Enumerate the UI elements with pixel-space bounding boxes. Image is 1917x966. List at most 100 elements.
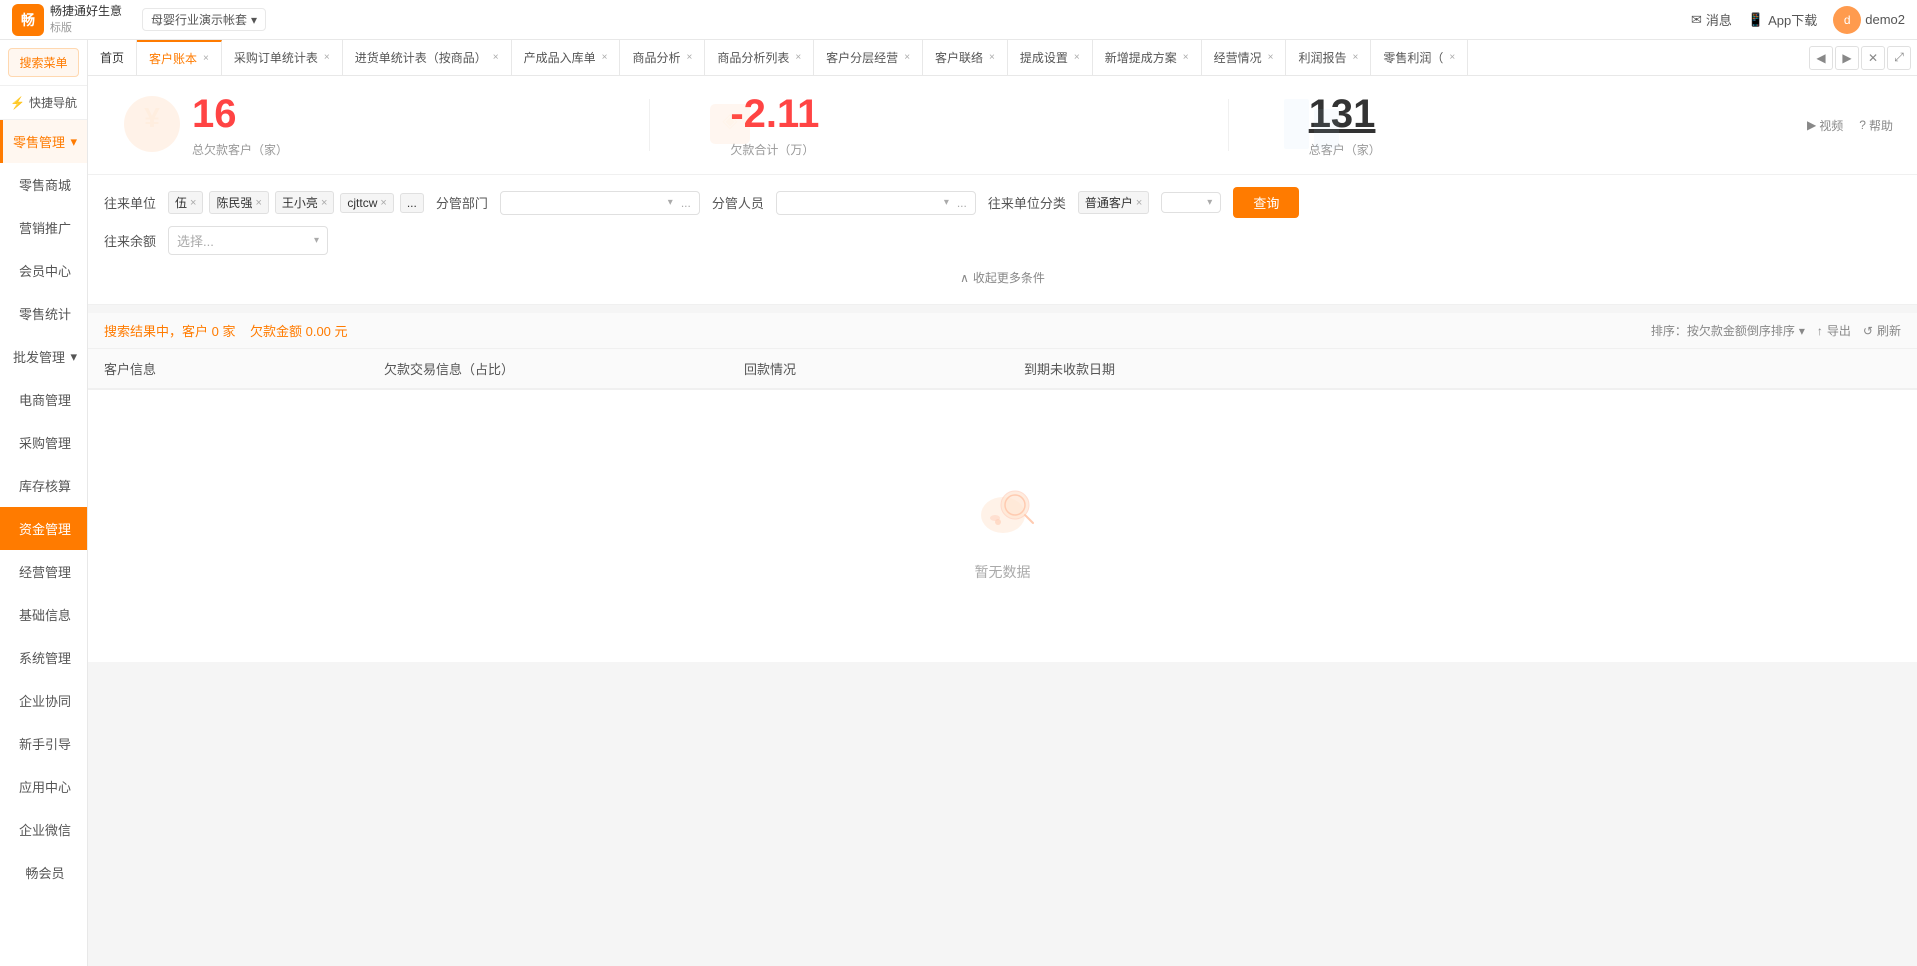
account-select[interactable]: 母婴行业演示帐套 ▾	[142, 8, 266, 31]
tab-purchase-stats[interactable]: 进货单统计表（按商品） ×	[343, 40, 512, 76]
tab-promotion-settings[interactable]: 提成设置 ×	[1008, 40, 1093, 76]
sidebar-item-inventory[interactable]: 库存核算	[0, 464, 87, 507]
collapse-button[interactable]: ∧ 收起更多条件	[104, 263, 1901, 292]
tab-production-stock-close[interactable]: ×	[602, 52, 608, 63]
tab-next-button[interactable]: ▶	[1835, 46, 1859, 70]
message-button[interactable]: ✉ 消息	[1691, 10, 1732, 29]
sidebar-item-app-center[interactable]: 应用中心	[0, 765, 87, 808]
tab-maximize-button[interactable]: ⤢	[1887, 46, 1911, 70]
dept-filter-label: 分管部门	[436, 193, 488, 212]
sidebar-search-button[interactable]: 搜索菜单	[8, 48, 79, 77]
tab-retail-profit-close[interactable]: ×	[1449, 52, 1455, 63]
tab-customer-book-label: 客户账本	[149, 50, 197, 67]
sidebar-item-operations[interactable]: 经营管理	[0, 550, 87, 593]
person-filter-select[interactable]: ▾ ...	[776, 191, 976, 215]
tab-customer-book-close[interactable]: ×	[203, 53, 209, 64]
dept-filter-more[interactable]: ...	[681, 196, 691, 210]
empty-state: 暂无数据	[88, 390, 1917, 662]
tab-customer-contact-close[interactable]: ×	[989, 52, 995, 63]
user-menu[interactable]: d demo2	[1833, 6, 1905, 34]
quick-nav-section: ⚡ 快捷导航	[0, 86, 87, 120]
stat-credit-customers-content: 16 总欠款客户（家）	[192, 92, 288, 158]
tab-product-analysis[interactable]: 商品分析 ×	[620, 40, 705, 76]
sidebar-item-member-center[interactable]: 会员中心	[0, 249, 87, 292]
tab-product-analysis-list-label: 商品分析列表	[717, 49, 789, 66]
tab-new-promotion-close[interactable]: ×	[1183, 52, 1189, 63]
unit-class-filter-label: 往来单位分类	[988, 193, 1066, 212]
export-button[interactable]: ↑ 导出	[1817, 322, 1851, 339]
filter-tag-wang-remove[interactable]: ×	[321, 197, 327, 209]
sidebar-item-system[interactable]: 系统管理	[0, 636, 87, 679]
search-result-amount-prefix: 欠款金额	[250, 324, 302, 339]
filter-tag-cjttcw: cjttcw ×	[340, 193, 393, 213]
query-button[interactable]: 查询	[1233, 187, 1299, 218]
sidebar-item-finance[interactable]: 资金管理	[0, 507, 87, 550]
tab-business-status[interactable]: 经营情况 ×	[1202, 40, 1287, 76]
account-name: 母婴行业演示帐套	[151, 11, 247, 28]
sidebar-item-operations-label: 经营管理	[19, 565, 71, 580]
sidebar-item-enterprise-wechat[interactable]: 企业微信	[0, 808, 87, 851]
sidebar-item-purchase[interactable]: 采购管理	[0, 421, 87, 464]
sidebar-item-marketing-label: 营销推广	[19, 221, 71, 236]
tab-purchase-stats-close[interactable]: ×	[493, 52, 499, 63]
stat-credit-amount-block: ◈ -2.11 欠款合计（万）	[650, 92, 1228, 158]
sidebar-search: 搜索菜单	[0, 40, 87, 86]
filter-tag-more[interactable]: ...	[400, 193, 424, 213]
sidebar-item-retail-stats[interactable]: 零售统计	[0, 292, 87, 335]
tab-purchase-order-label: 采购订单统计表	[234, 49, 318, 66]
sidebar-item-enterprise-label: 企业协同	[19, 694, 71, 709]
refresh-button[interactable]: ↺ 刷新	[1863, 322, 1901, 339]
dept-filter-select[interactable]: ▾ ...	[500, 191, 700, 215]
filter-tag-lv-remove[interactable]: ×	[190, 197, 196, 209]
sidebar-item-finance-label: 资金管理	[19, 522, 71, 537]
sidebar-item-retail-mgmt[interactable]: 零售管理 ▾	[0, 120, 87, 163]
tab-profit-report-close[interactable]: ×	[1352, 52, 1358, 63]
tab-promotion-settings-label: 提成设置	[1020, 49, 1068, 66]
sidebar-item-wholesale-mgmt[interactable]: 批发管理 ▾	[0, 335, 87, 378]
svg-text:¥: ¥	[144, 102, 160, 133]
tab-home[interactable]: 首页	[88, 40, 137, 76]
sidebar: 搜索菜单 ⚡ 快捷导航 零售管理 ▾ 零售商城 营销推广 会员中心 零售统计 批…	[0, 40, 88, 966]
top-bar-right: ✉ 消息 📱 App下载 d demo2	[1691, 6, 1905, 34]
sort-dropdown[interactable]: 排序：按欠款金额倒序排序 ▾	[1651, 322, 1805, 339]
app-download-button[interactable]: 📱 App下载	[1748, 10, 1817, 29]
help-link[interactable]: ? 帮助	[1859, 117, 1893, 134]
tab-product-analysis-list-close[interactable]: ×	[795, 52, 801, 63]
tab-customer-segment-close[interactable]: ×	[904, 52, 910, 63]
tab-retail-profit[interactable]: 零售利润（ ×	[1371, 40, 1468, 76]
unit-class-filter-select[interactable]: ▾	[1161, 192, 1221, 213]
dept-filter-arrow: ▾	[668, 197, 673, 208]
tab-profit-report[interactable]: 利润报告 ×	[1286, 40, 1371, 76]
tab-product-analysis-close[interactable]: ×	[686, 52, 692, 63]
sidebar-item-newbie[interactable]: 新手引导	[0, 722, 87, 765]
tab-customer-book[interactable]: 客户账本 ×	[137, 40, 222, 76]
tab-promotion-settings-close[interactable]: ×	[1074, 52, 1080, 63]
tab-prev-button[interactable]: ◀	[1809, 46, 1833, 70]
balance-filter-select[interactable]: 选择... ▾	[168, 226, 328, 255]
person-filter-more[interactable]: ...	[957, 196, 967, 210]
filter-tag-cjttcw-remove[interactable]: ×	[380, 197, 386, 209]
tab-customer-segment[interactable]: 客户分层经营 ×	[814, 40, 923, 76]
tab-close-all-button[interactable]: ✕	[1861, 46, 1885, 70]
tab-new-promotion[interactable]: 新增提成方案 ×	[1093, 40, 1202, 76]
top-bar: 畅 畅捷通好生意 标版 母婴行业演示帐套 ▾ ✉ 消息 📱 App下载 d de…	[0, 0, 1917, 40]
tab-purchase-order-close[interactable]: ×	[324, 52, 330, 63]
tab-product-analysis-list[interactable]: 商品分析列表 ×	[705, 40, 814, 76]
video-help-link[interactable]: ▶ 视频	[1807, 117, 1843, 134]
tab-business-status-close[interactable]: ×	[1268, 52, 1274, 63]
tab-purchase-order[interactable]: 采购订单统计表 ×	[222, 40, 343, 76]
sidebar-item-basic-info[interactable]: 基础信息	[0, 593, 87, 636]
filter-tag-chen-remove[interactable]: ×	[255, 197, 261, 209]
quick-nav-button[interactable]: ⚡ 快捷导航	[8, 94, 79, 111]
sidebar-item-ecommerce[interactable]: 电商管理	[0, 378, 87, 421]
tab-production-stock[interactable]: 产成品入库单 ×	[512, 40, 621, 76]
unit-filter-tags: 伍 × 陈民强 × 王小亮 × cjttcw ×	[168, 191, 424, 214]
unit-class-filter-arrow: ▾	[1207, 197, 1212, 208]
sidebar-item-enterprise[interactable]: 企业协同	[0, 679, 87, 722]
filter-tag-normal-remove[interactable]: ×	[1136, 197, 1142, 209]
sidebar-item-enterprise-wechat-label: 企业微信	[19, 823, 71, 838]
sidebar-item-member-plus[interactable]: 畅会员	[0, 851, 87, 894]
tab-customer-contact[interactable]: 客户联络 ×	[923, 40, 1008, 76]
sidebar-item-retail-shop[interactable]: 零售商城	[0, 163, 87, 206]
sidebar-item-marketing[interactable]: 营销推广	[0, 206, 87, 249]
